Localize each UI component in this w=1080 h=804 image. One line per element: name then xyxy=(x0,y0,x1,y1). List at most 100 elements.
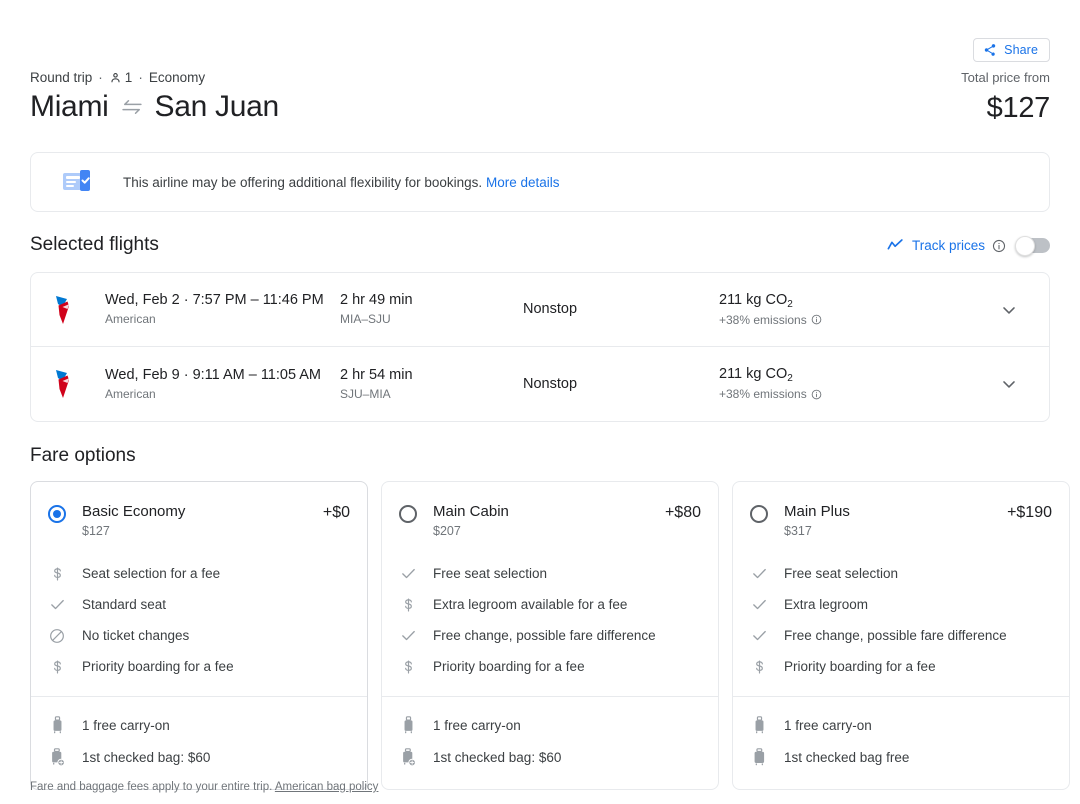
fare-baggage-list: 1 free carry-on1st checked bag: $60 xyxy=(382,696,718,789)
feature-text: Free seat selection xyxy=(784,566,898,581)
fare-options-title: Fare options xyxy=(30,445,136,467)
feature-text: Extra legroom available for a fee xyxy=(433,597,627,612)
fare-option-card[interactable]: Basic Economy$127+$0 Seat selection for a… xyxy=(30,481,368,790)
fare-price-delta: +$80 xyxy=(665,504,701,522)
trip-type[interactable]: Round trip xyxy=(30,70,92,85)
share-button[interactable]: Share xyxy=(973,38,1050,62)
fare-base-price: $207 xyxy=(433,522,665,540)
fare-price-delta: +$0 xyxy=(323,504,350,522)
check-icon xyxy=(750,565,768,582)
list-item: No ticket changes xyxy=(48,620,350,651)
passenger-count: 1 xyxy=(125,70,133,85)
share-button-label: Share xyxy=(1004,43,1038,57)
track-prices-label: Track prices xyxy=(912,238,985,253)
chevron-down-icon xyxy=(999,374,1019,394)
passenger-selector[interactable]: 1 xyxy=(109,70,133,85)
origin-city: Miami xyxy=(30,90,109,124)
table-row[interactable]: Wed, Feb 9 · 9:11 AM – 11:05 AM American… xyxy=(31,347,1049,421)
check-icon xyxy=(750,627,768,644)
flight-times: Wed, Feb 2 · 7:57 PM – 11:46 PM xyxy=(105,291,340,310)
flight-co2-value: 211 kg CO2 xyxy=(719,365,969,385)
flight-stops-cell: Nonstop xyxy=(523,300,719,319)
fare-feature-list: Free seat selection Extra legroom Free cha… xyxy=(733,540,1069,696)
flight-times: Wed, Feb 9 · 9:11 AM – 11:05 AM xyxy=(105,366,340,385)
list-item: 1 free carry-on xyxy=(48,709,350,741)
list-item: Standard seat xyxy=(48,589,350,620)
feature-text: Seat selection for a fee xyxy=(82,566,220,581)
list-item: Extra legroom xyxy=(750,589,1052,620)
carry-on-bag-icon xyxy=(48,716,66,735)
flight-emissions-cell: 211 kg CO2 +38% emissions xyxy=(719,365,969,403)
feature-text: Priority boarding for a fee xyxy=(433,659,585,674)
flight-stops: Nonstop xyxy=(523,300,719,319)
american-bag-policy-link[interactable]: American bag policy xyxy=(275,781,379,793)
co2-subscript: 2 xyxy=(787,299,793,310)
fare-option-card[interactable]: Main Plus$317+$190Free seat selectionExt… xyxy=(732,481,1070,790)
baggage-text: 1st checked bag: $60 xyxy=(433,750,561,765)
fare-name: Basic Economy xyxy=(82,502,323,522)
track-prices-control[interactable]: Track prices xyxy=(886,236,1050,255)
dollar-icon xyxy=(399,597,417,613)
dollar-icon xyxy=(750,659,768,675)
baggage-text: 1 free carry-on xyxy=(82,718,170,733)
flight-stops: Nonstop xyxy=(523,375,719,394)
table-row[interactable]: Wed, Feb 2 · 7:57 PM – 11:46 PM American… xyxy=(31,273,1049,347)
flexibility-banner-message: This airline may be offering additional … xyxy=(123,175,482,190)
flight-stops-cell: Nonstop xyxy=(523,375,719,394)
fare-card-titles: Main Plus$317 xyxy=(784,502,1007,540)
flight-schedule: Wed, Feb 9 · 9:11 AM – 11:05 AM American xyxy=(105,366,340,403)
flight-booking-page: Share Round trip · 1 · Economy Miami San… xyxy=(0,0,1080,804)
chevron-down-icon xyxy=(999,300,1019,320)
baggage-text: 1 free carry-on xyxy=(784,718,872,733)
more-details-link[interactable]: More details xyxy=(486,175,560,190)
list-item: 1st checked bag: $60 xyxy=(48,741,350,773)
cabin-class[interactable]: Economy xyxy=(149,70,205,85)
checked-bag-free-icon xyxy=(750,748,768,767)
fare-card-header: Basic Economy$127+$0 xyxy=(31,482,367,540)
fare-base-price: $127 xyxy=(82,522,323,540)
american-airlines-logo xyxy=(53,367,105,401)
baggage-text: 1st checked bag: $60 xyxy=(82,750,210,765)
trend-line-icon xyxy=(886,236,905,255)
fare-feature-list: Free seat selection Extra legroom availab… xyxy=(382,540,718,696)
flexibility-banner: This airline may be offering additional … xyxy=(30,152,1050,212)
no-entry-icon xyxy=(48,628,66,644)
flight-schedule: Wed, Feb 2 · 7:57 PM – 11:46 PM American xyxy=(105,291,340,328)
list-item: Free seat selection xyxy=(750,558,1052,589)
feature-text: Standard seat xyxy=(82,597,166,612)
share-icon xyxy=(983,43,997,57)
trip-meta: Round trip · 1 · Economy xyxy=(30,70,205,85)
fare-baggage-footnote: Fare and baggage fees apply to your enti… xyxy=(30,781,378,793)
fare-radio-button[interactable] xyxy=(750,505,768,523)
list-item: Extra legroom available for a fee xyxy=(399,589,701,620)
fare-card-titles: Basic Economy$127 xyxy=(82,502,323,540)
flight-duration-cell: 2 hr 54 min SJU–MIA xyxy=(340,366,523,403)
dollar-icon xyxy=(48,566,66,582)
expand-flight-button[interactable] xyxy=(969,374,1049,394)
fare-radio-button[interactable] xyxy=(48,505,66,523)
track-prices-toggle[interactable] xyxy=(1016,238,1050,253)
swap-arrows-icon xyxy=(121,99,143,115)
co2-amount: 211 kg CO xyxy=(719,292,787,308)
list-item: Free change, possible fare difference xyxy=(399,620,701,651)
flight-emissions-delta: +38% emissions xyxy=(719,311,969,329)
feature-text: Free seat selection xyxy=(433,566,547,581)
info-icon[interactable] xyxy=(992,239,1006,253)
list-item: 1 free carry-on xyxy=(750,709,1052,741)
flight-emissions-cell: 211 kg CO2 +38% emissions xyxy=(719,291,969,329)
expand-flight-button[interactable] xyxy=(969,300,1049,320)
meta-separator-2: · xyxy=(138,70,143,85)
fare-option-card[interactable]: Main Cabin$207+$80 Free seat selection Ext… xyxy=(381,481,719,790)
fare-card-header: Main Cabin$207+$80 xyxy=(382,482,718,540)
info-icon[interactable] xyxy=(811,314,822,325)
carry-on-bag-icon xyxy=(399,716,417,735)
list-item: Free seat selection xyxy=(399,558,701,589)
total-price-label: Total price from xyxy=(961,70,1050,85)
flight-airline: American xyxy=(105,385,340,403)
fare-radio-button[interactable] xyxy=(399,505,417,523)
flight-duration: 2 hr 54 min xyxy=(340,366,523,385)
info-icon[interactable] xyxy=(811,389,822,400)
feature-text: Free change, possible fare difference xyxy=(784,628,1007,643)
flight-route: SJU–MIA xyxy=(340,385,523,403)
check-icon xyxy=(399,627,417,644)
